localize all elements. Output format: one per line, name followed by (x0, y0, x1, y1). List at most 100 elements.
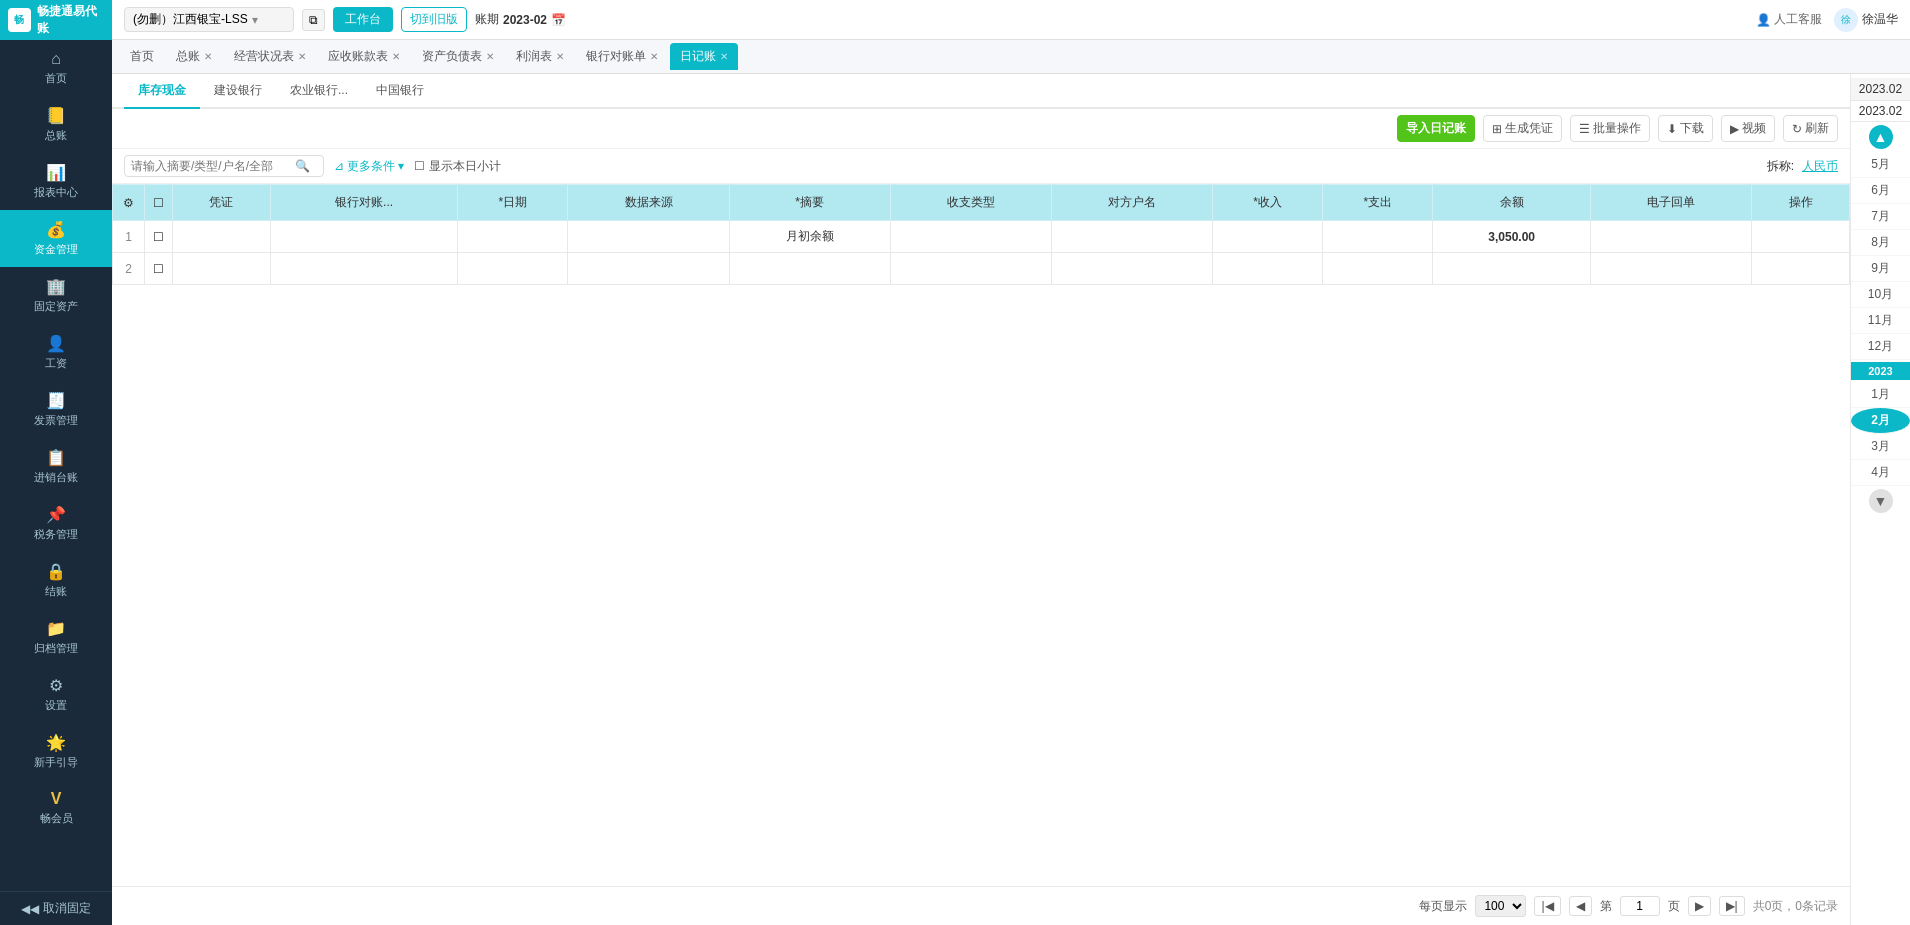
tab-business[interactable]: 经营状况表 ✕ (224, 43, 316, 70)
page-input[interactable] (1620, 896, 1660, 916)
date-item-11[interactable]: 11月 (1851, 308, 1910, 334)
sidebar-item-reports[interactable]: 📊 报表中心 (0, 153, 112, 210)
batch-operation-button[interactable]: ☰ 批量操作 (1570, 115, 1650, 142)
date-item-10[interactable]: 10月 (1851, 282, 1910, 308)
tab-home-label: 首页 (130, 48, 154, 65)
date-header2: 2023.02 (1851, 101, 1910, 122)
date-item-3[interactable]: 3月 (1851, 434, 1910, 460)
date-item-9[interactable]: 9月 (1851, 256, 1910, 282)
year-badge: 2023 (1851, 362, 1910, 380)
content-area: 库存现金 建设银行 农业银行... 中国银行 导入日记账 ⊞ 生成凭证 (112, 74, 1910, 925)
sidebar-item-vip[interactable]: V 畅会员 (0, 780, 112, 836)
bank-tab-cash[interactable]: 库存现金 (124, 74, 200, 109)
row1-check[interactable]: ☐ (145, 221, 173, 253)
date-item-6[interactable]: 6月 (1851, 178, 1910, 204)
tab-journal[interactable]: 日记账 ✕ (670, 43, 738, 70)
col-summary: *摘要 (729, 185, 890, 221)
import-journal-button[interactable]: 导入日记账 (1397, 115, 1475, 142)
search-input[interactable] (131, 159, 291, 173)
col-settings[interactable]: ⚙ (113, 185, 145, 221)
tab-home[interactable]: 首页 (120, 43, 164, 70)
user-avatar[interactable]: 徐 徐温华 (1834, 8, 1898, 32)
sidebar-item-funds[interactable]: 💰 资金管理 (0, 210, 112, 267)
sidebar-item-label: 税务管理 (34, 527, 78, 542)
row1-balance: 3,050.00 (1433, 221, 1591, 253)
next-page-button[interactable]: ▶ (1688, 896, 1711, 916)
date-item-5[interactable]: 5月 (1851, 152, 1910, 178)
tab-profit[interactable]: 利润表 ✕ (506, 43, 574, 70)
tab-bank-reconcile-label: 银行对账单 (586, 48, 646, 65)
filter-row: 🔍 ⊿ 更多条件 ▾ ☐ 显示本日小计 拆称: 人民币 (112, 149, 1850, 184)
tab-business-close[interactable]: ✕ (298, 51, 306, 62)
col-data-source: 数据来源 (568, 185, 729, 221)
more-conditions-button[interactable]: ⊿ 更多条件 ▾ (334, 158, 404, 175)
tab-receivable-close[interactable]: ✕ (392, 51, 400, 62)
sidebar-item-invoice[interactable]: 🧾 发票管理 (0, 381, 112, 438)
row2-check[interactable]: ☐ (145, 253, 173, 285)
copy-button[interactable]: ⧉ (302, 9, 325, 31)
col-balance: 余额 (1433, 185, 1591, 221)
sidebar-item-label: 畅会员 (40, 811, 73, 826)
show-daily-checkbox[interactable]: ☐ 显示本日小计 (414, 158, 501, 175)
prev-page-button[interactable]: ◀ (1569, 896, 1592, 916)
sidebar-item-archive[interactable]: 📁 归档管理 (0, 609, 112, 666)
sidebar-item-fixed-assets[interactable]: 🏢 固定资产 (0, 267, 112, 324)
sidebar-item-ledger[interactable]: 📒 总账 (0, 96, 112, 153)
sidebar-item-purchase-sale[interactable]: 📋 进销台账 (0, 438, 112, 495)
tab-profit-close[interactable]: ✕ (556, 51, 564, 62)
refresh-button[interactable]: ↻ 刷新 (1783, 115, 1838, 142)
sidebar-item-guide[interactable]: 🌟 新手引导 (0, 723, 112, 780)
row2-voucher (173, 253, 271, 285)
tab-assets[interactable]: 资产负债表 ✕ (412, 43, 504, 70)
total-label: 共0页，0条记录 (1753, 898, 1838, 915)
sidebar-item-closing[interactable]: 🔒 结账 (0, 552, 112, 609)
date-panel-header: 2023.02 (1851, 78, 1910, 101)
video-button[interactable]: ▶ 视频 (1721, 115, 1775, 142)
bank-tab-zhongguo[interactable]: 中国银行 (362, 74, 438, 109)
download-button[interactable]: ⬇ 下载 (1658, 115, 1713, 142)
sidebar-item-label: 进销台账 (34, 470, 78, 485)
sidebar-item-salary[interactable]: 👤 工资 (0, 324, 112, 381)
user-service[interactable]: 👤 人工客服 (1756, 11, 1822, 28)
logo-icon: 畅 (8, 8, 31, 32)
pin-toggle[interactable]: ◀◀ 取消固定 (0, 891, 112, 925)
per-page-select[interactable]: 100 50 200 (1475, 895, 1526, 917)
first-page-button[interactable]: |◀ (1534, 896, 1560, 916)
row2-operation[interactable] (1752, 253, 1850, 285)
col-check[interactable]: ☐ (145, 185, 173, 221)
tab-bank-reconcile[interactable]: 银行对账单 ✕ (576, 43, 668, 70)
date-item-4[interactable]: 4月 (1851, 460, 1910, 486)
row1-income (1213, 221, 1323, 253)
tab-ledger-close[interactable]: ✕ (204, 51, 212, 62)
tab-receivable[interactable]: 应收账款表 ✕ (318, 43, 410, 70)
date-item-2[interactable]: 2月 (1851, 408, 1910, 434)
tab-receivable-label: 应收账款表 (328, 48, 388, 65)
sidebar-item-settings[interactable]: ⚙ 设置 (0, 666, 112, 723)
date-item-1[interactable]: 1月 (1851, 382, 1910, 408)
tab-bank-reconcile-close[interactable]: ✕ (650, 51, 658, 62)
currency-value[interactable]: 人民币 (1802, 158, 1838, 175)
tab-ledger[interactable]: 总账 ✕ (166, 43, 222, 70)
sidebar-item-home[interactable]: ⌂ 首页 (0, 40, 112, 96)
archive-icon: 📁 (46, 619, 66, 638)
last-page-button[interactable]: ▶| (1719, 896, 1745, 916)
date-nav-down[interactable]: ▼ (1869, 489, 1893, 513)
date-item-12[interactable]: 12月 (1851, 334, 1910, 360)
period-calendar-icon[interactable]: 📅 (551, 13, 566, 27)
tab-assets-close[interactable]: ✕ (486, 51, 494, 62)
switch-version-button[interactable]: 切到旧版 (401, 7, 467, 32)
bank-tab-jianshe[interactable]: 建设银行 (200, 74, 276, 109)
bank-tab-nongye[interactable]: 农业银行... (276, 74, 362, 109)
workspace-button[interactable]: 工作台 (333, 7, 393, 32)
tab-journal-close[interactable]: ✕ (720, 51, 728, 62)
search-icon[interactable]: 🔍 (295, 159, 310, 173)
date-nav-up[interactable]: ▲ (1869, 125, 1893, 149)
row1-operation[interactable] (1752, 221, 1850, 253)
checkbox-icon: ☐ (414, 159, 425, 173)
date-item-7[interactable]: 7月 (1851, 204, 1910, 230)
date-item-8[interactable]: 8月 (1851, 230, 1910, 256)
company-selector[interactable]: (勿删）江西银宝-LSS ▾ (124, 7, 294, 32)
sidebar-item-tax[interactable]: 📌 税务管理 (0, 495, 112, 552)
bank-tab-jianshe-label: 建设银行 (214, 83, 262, 97)
generate-voucher-button[interactable]: ⊞ 生成凭证 (1483, 115, 1562, 142)
